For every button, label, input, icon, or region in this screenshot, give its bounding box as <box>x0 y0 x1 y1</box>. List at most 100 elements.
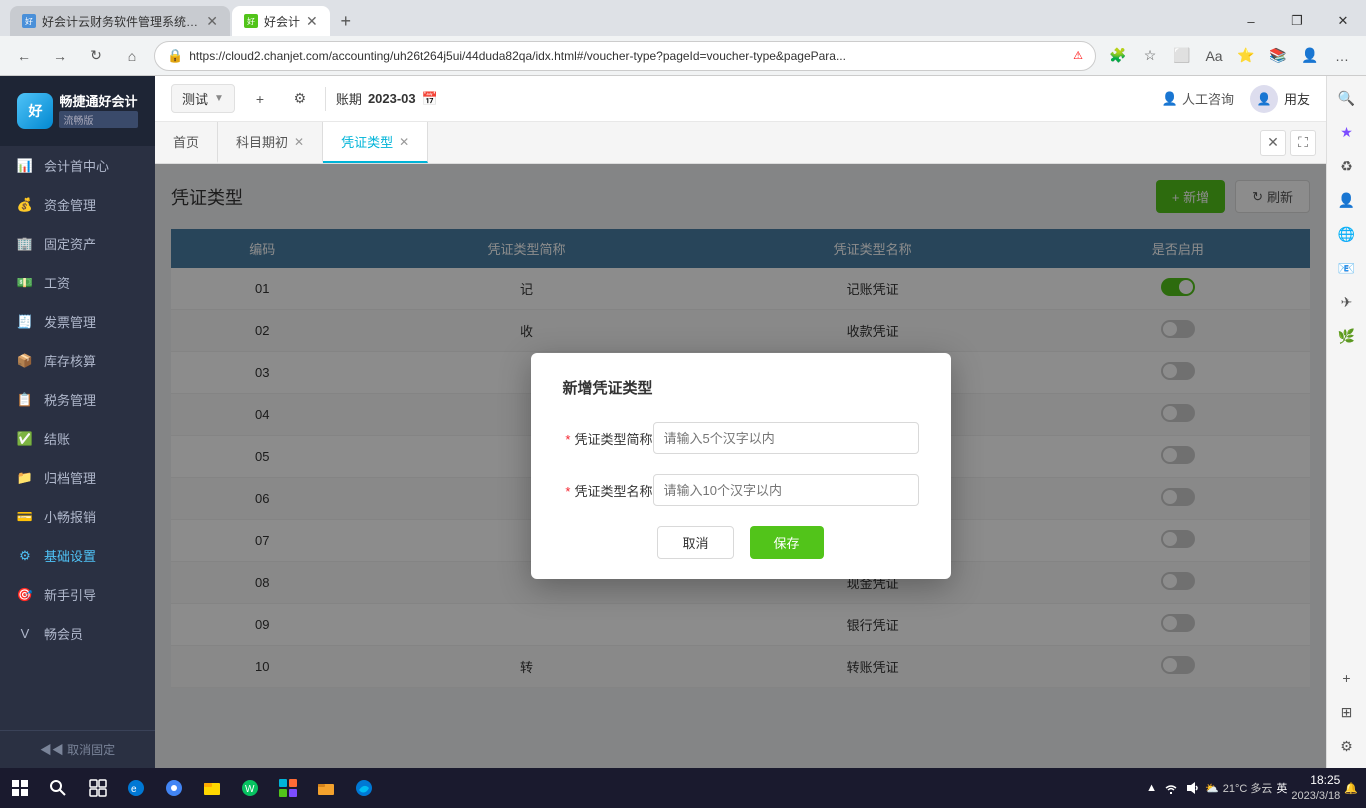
sidebar-item-guide[interactable]: 🎯 新手引导 <box>0 575 155 614</box>
tax-icon: 📋 <box>16 391 34 409</box>
sidebar-item-accounting[interactable]: 📊 会计首中心 <box>0 146 155 185</box>
back-button[interactable]: ← <box>10 42 38 70</box>
tab-voucher-close[interactable]: ✕ <box>399 135 409 149</box>
sidebar-item-invoice[interactable]: 🧾 发票管理 <box>0 302 155 341</box>
tab-voucher-type[interactable]: 凭证类型 ✕ <box>323 122 428 163</box>
taskbar-taskview[interactable] <box>80 768 116 808</box>
collections-icon[interactable]: 📚 <box>1264 42 1292 70</box>
accounting-icon: 📊 <box>16 157 34 175</box>
favorites-icon[interactable]: ☆ <box>1136 42 1164 70</box>
name-label: *凭证类型名称 <box>563 481 653 500</box>
address-box[interactable]: 🔒 https://cloud2.chanjet.com/accounting/… <box>154 41 1096 71</box>
sidebar-item-label: 畅会员 <box>44 624 83 643</box>
taskbar-chrome[interactable] <box>156 768 192 808</box>
right-user-icon[interactable]: 👤 <box>1333 186 1361 214</box>
sidebar-item-tax[interactable]: 📋 税务管理 <box>0 380 155 419</box>
close-button[interactable]: ✕ <box>1320 6 1366 36</box>
cancel-pin-label: 取消固定 <box>67 743 115 757</box>
minimize-button[interactable]: – <box>1228 6 1274 36</box>
star-icon[interactable]: ⭐ <box>1232 42 1260 70</box>
browser-tab-2[interactable]: 好 好会计 ✕ <box>232 6 330 36</box>
right-add-icon[interactable]: + <box>1333 664 1361 692</box>
sidebar-item-fixed-assets[interactable]: 🏢 固定资产 <box>0 224 155 263</box>
tab-subject-init[interactable]: 科目期初 ✕ <box>218 122 323 163</box>
tab-subject-close[interactable]: ✕ <box>294 135 304 149</box>
user-box[interactable]: 👤 用友 <box>1250 85 1310 113</box>
sidebar-item-settings[interactable]: ⚙ 基础设置 <box>0 536 155 575</box>
new-tab-button[interactable]: + <box>332 7 360 35</box>
sidebar-logo: 好 畅捷通好会计 流畅版 <box>0 76 155 146</box>
taskbar-apps2[interactable] <box>270 768 306 808</box>
right-recycle-icon[interactable]: ♻ <box>1333 152 1361 180</box>
sidebar-item-label: 会计首中心 <box>44 156 109 175</box>
funds-icon: 💰 <box>16 196 34 214</box>
sidebar-item-payroll[interactable]: 💵 工资 <box>0 263 155 302</box>
right-search-icon[interactable]: 🔍 <box>1333 84 1361 112</box>
taskbar-arrow-icon[interactable]: ▲ <box>1146 782 1157 794</box>
add-workspace-button[interactable]: + <box>245 84 275 114</box>
sidebar-item-archive[interactable]: 📁 归档管理 <box>0 458 155 497</box>
address-bar-row: ← → ↻ ⌂ 🔒 https://cloud2.chanjet.com/acc… <box>0 36 1366 76</box>
abbr-input[interactable] <box>653 422 919 454</box>
reload-button[interactable]: ↻ <box>82 42 110 70</box>
forward-button[interactable]: → <box>46 42 74 70</box>
tab-subject-label: 科目期初 <box>236 132 288 151</box>
sidebar-item-inventory[interactable]: 📦 库存核算 <box>0 341 155 380</box>
right-leaf-icon[interactable]: 🌿 <box>1333 322 1361 350</box>
tab-close-1[interactable]: ✕ <box>206 13 218 30</box>
workspace-select[interactable]: 测试 ▼ <box>171 84 235 113</box>
svg-text:W: W <box>245 784 255 795</box>
sidebar-item-label: 发票管理 <box>44 312 96 331</box>
user-icon[interactable]: 👤 <box>1296 42 1324 70</box>
right-globe-icon[interactable]: 🌐 <box>1333 220 1361 248</box>
right-panel: 🔍 ★ ♻ 👤 🌐 📧 ✈ 🌿 + ⊞ ⚙ <box>1326 76 1366 768</box>
taskbar-edge2[interactable] <box>346 768 382 808</box>
right-plane-icon[interactable]: ✈ <box>1333 288 1361 316</box>
font-icon[interactable]: Aa <box>1200 42 1228 70</box>
notification-button[interactable]: 🔔 <box>1344 782 1358 795</box>
cancel-pin-button[interactable]: ◀◀ 取消固定 <box>0 730 155 768</box>
menu-icon[interactable]: … <box>1328 42 1356 70</box>
cancel-button[interactable]: 取消 <box>657 526 733 559</box>
consult-label: 人工咨询 <box>1182 89 1234 108</box>
sidebar-item-member[interactable]: V 畅会员 <box>0 614 155 653</box>
period-label: 账期 <box>336 89 362 108</box>
main-area: 凭证类型 + 新增 ↻ 刷新 编码 凭证类型简称 凭证 <box>155 164 1326 768</box>
taskbar-search-button[interactable] <box>40 770 76 806</box>
tab-home-label: 首页 <box>173 132 199 151</box>
sidebar-scroll[interactable]: 📊 会计首中心 💰 资金管理 🏢 固定资产 💵 工资 🧾 发票管理 📦 <box>0 146 155 730</box>
taskbar-folder[interactable] <box>308 768 344 808</box>
right-star-icon[interactable]: ★ <box>1333 118 1361 146</box>
settings-button[interactable]: ⚙ <box>285 84 315 114</box>
extensions-icon[interactable]: 🧩 <box>1104 42 1132 70</box>
taskbar-explorer[interactable] <box>194 768 230 808</box>
sidebar-item-expense[interactable]: 💳 小畅报销 <box>0 497 155 536</box>
divider <box>325 87 326 111</box>
workspace-name: 测试 <box>182 89 208 108</box>
taskbar-wechat[interactable]: W <box>232 768 268 808</box>
new-voucher-modal: 新增凭证类型 *凭证类型简称 *凭证类型名称 取消 <box>531 353 951 579</box>
home-button[interactable]: ⌂ <box>118 42 146 70</box>
start-button[interactable] <box>0 768 40 808</box>
restore-button[interactable]: ❐ <box>1274 6 1320 36</box>
taskbar-right: ▲ ⛅ 21°C 多云 英 18:25 2023/3/18 🔔 <box>1146 772 1366 804</box>
modal-title: 新增凭证类型 <box>563 377 919 398</box>
sidebar-item-funds[interactable]: 💰 资金管理 <box>0 185 155 224</box>
taskbar-edge[interactable]: e <box>118 768 154 808</box>
taskbar-time: 18:25 2023/3/18 <box>1291 772 1340 804</box>
split-screen-icon[interactable]: ⬜ <box>1168 42 1196 70</box>
right-gear-icon[interactable]: ⚙ <box>1333 732 1361 760</box>
period-selector[interactable]: 账期 2023-03 📅 <box>336 89 438 108</box>
consult-button[interactable]: 👤 人工咨询 <box>1162 89 1234 108</box>
user-name: 用友 <box>1284 89 1310 108</box>
tab-home[interactable]: 首页 <box>155 122 218 163</box>
right-grid-icon[interactable]: ⊞ <box>1333 698 1361 726</box>
sidebar-item-closing[interactable]: ✅ 结账 <box>0 419 155 458</box>
tab-close-2[interactable]: ✕ <box>306 13 318 30</box>
browser-tab-1[interactable]: 好 好会计云财务软件管理系统_会计 ✕ <box>10 6 230 36</box>
save-button[interactable]: 保存 <box>750 526 824 559</box>
tab-expand-button[interactable]: ⛶ <box>1290 130 1316 156</box>
name-input[interactable] <box>653 474 919 506</box>
right-email-icon[interactable]: 📧 <box>1333 254 1361 282</box>
tab-close-all-button[interactable]: ✕ <box>1260 130 1286 156</box>
